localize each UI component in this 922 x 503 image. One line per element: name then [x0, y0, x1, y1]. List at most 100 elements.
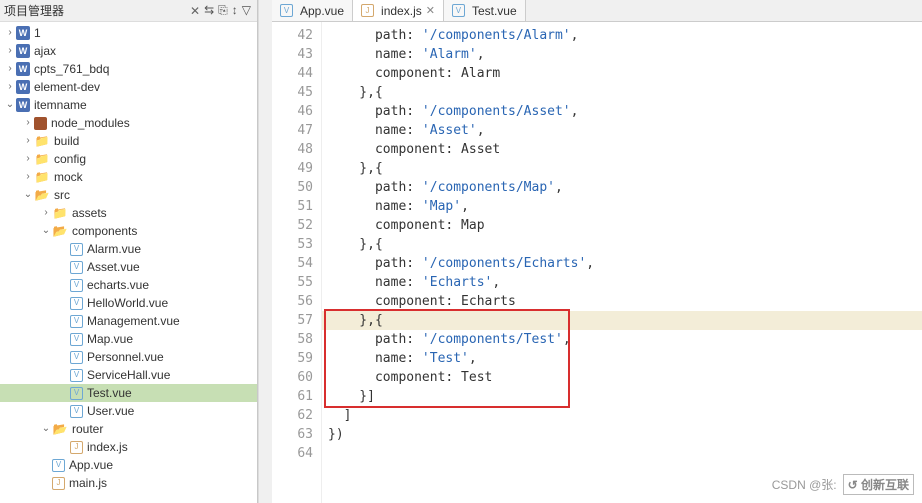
tree-item[interactable]: ›📁config	[0, 150, 257, 168]
code-line[interactable]: },{	[322, 83, 922, 102]
code-line[interactable]: component: Map	[322, 216, 922, 235]
line-number: 49	[272, 159, 313, 178]
vue-file-icon: V	[70, 297, 83, 310]
code-line[interactable]: },{	[322, 311, 922, 330]
tree-item-label: App.vue	[68, 456, 113, 474]
collapse-all-icon[interactable]: ⎘	[218, 3, 228, 18]
code-line[interactable]: component: Echarts	[322, 292, 922, 311]
code-line[interactable]: path: '/components/Map',	[322, 178, 922, 197]
tree-item[interactable]: ›📁mock	[0, 168, 257, 186]
tree-item[interactable]: ›📁build	[0, 132, 257, 150]
expand-twisty-icon[interactable]: ›	[22, 168, 34, 186]
expand-twisty-icon[interactable]: ›	[22, 114, 34, 132]
vue-file-icon: V	[70, 261, 83, 274]
code-line[interactable]: path: '/components/Alarm',	[322, 26, 922, 45]
tree-item[interactable]: VTest.vue	[0, 384, 257, 402]
tree-item[interactable]: VServiceHall.vue	[0, 366, 257, 384]
code-line[interactable]: path: '/components/Test',	[322, 330, 922, 349]
library-icon	[34, 117, 47, 130]
sort-icon[interactable]: ↕	[232, 3, 238, 18]
tree-item-label: config	[53, 150, 86, 168]
code-line[interactable]: name: 'Alarm',	[322, 45, 922, 64]
line-number: 56	[272, 292, 313, 311]
expand-twisty-icon[interactable]: ›	[4, 60, 16, 78]
tree-item[interactable]: ⌄📂src	[0, 186, 257, 204]
code-content[interactable]: path: '/components/Alarm', name: 'Alarm'…	[322, 22, 922, 503]
tree-item[interactable]: VUser.vue	[0, 402, 257, 420]
expand-twisty-icon[interactable]: ⌄	[40, 222, 52, 240]
code-line[interactable]: component: Alarm	[322, 64, 922, 83]
tree-item-label: cpts_761_bdq	[33, 60, 109, 78]
tree-item[interactable]: ›Wajax	[0, 42, 257, 60]
code-line[interactable]: ]	[322, 406, 922, 425]
code-line[interactable]: },{	[322, 159, 922, 178]
tree-item[interactable]: VManagement.vue	[0, 312, 257, 330]
tree-item-label: Test.vue	[86, 384, 132, 402]
tab-close-icon[interactable]: ✕	[426, 4, 435, 17]
tree-item[interactable]: ›Wcpts_761_bdq	[0, 60, 257, 78]
editor-tab[interactable]: Jindex.js✕	[353, 0, 444, 21]
tree-item[interactable]: ⌄📂router	[0, 420, 257, 438]
code-line[interactable]: name: 'Test',	[322, 349, 922, 368]
project-tree[interactable]: ›W1›Wajax›Wcpts_761_bdq›Welement-dev⌄Wit…	[0, 22, 257, 503]
tree-item[interactable]: ⌄📂components	[0, 222, 257, 240]
expand-twisty-icon[interactable]: ›	[40, 204, 52, 222]
sidebar-scrollbar[interactable]	[258, 0, 272, 503]
line-number: 45	[272, 83, 313, 102]
tree-item[interactable]: VHelloWorld.vue	[0, 294, 257, 312]
code-line[interactable]: component: Test	[322, 368, 922, 387]
tree-item[interactable]: VMap.vue	[0, 330, 257, 348]
tree-item[interactable]: ›W1	[0, 24, 257, 42]
editor-tab[interactable]: VApp.vue	[272, 0, 353, 21]
code-line[interactable]: }]	[322, 387, 922, 406]
editor-tab[interactable]: VTest.vue	[444, 0, 526, 21]
expand-twisty-icon[interactable]: ⌄	[40, 420, 52, 438]
line-number: 62	[272, 406, 313, 425]
code-line[interactable]: })	[322, 425, 922, 444]
tree-item-label: echarts.vue	[86, 276, 149, 294]
tree-item-label: components	[71, 222, 137, 240]
tree-item[interactable]: Jmain.js	[0, 474, 257, 492]
line-number: 60	[272, 368, 313, 387]
code-line[interactable]: name: 'Map',	[322, 197, 922, 216]
tree-item[interactable]: Vecharts.vue	[0, 276, 257, 294]
tree-item[interactable]: VAlarm.vue	[0, 240, 257, 258]
code-line[interactable]: },{	[322, 235, 922, 254]
expand-twisty-icon[interactable]: ›	[22, 150, 34, 168]
expand-twisty-icon[interactable]: ›	[4, 24, 16, 42]
code-line[interactable]: name: 'Echarts',	[322, 273, 922, 292]
code-line[interactable]: path: '/components/Echarts',	[322, 254, 922, 273]
line-number: 42	[272, 26, 313, 45]
expand-twisty-icon[interactable]: ›	[4, 78, 16, 96]
vue-file-icon: V	[70, 405, 83, 418]
tree-item[interactable]: ›📁assets	[0, 204, 257, 222]
vue-file-icon: V	[280, 4, 293, 17]
code-editor[interactable]: 4243444546474849505152535455565758596061…	[272, 22, 922, 503]
js-file-icon: J	[361, 4, 374, 17]
tree-item[interactable]: VAsset.vue	[0, 258, 257, 276]
code-line[interactable]: path: '/components/Asset',	[322, 102, 922, 121]
tree-item-label: ServiceHall.vue	[86, 366, 170, 384]
code-line[interactable]	[322, 444, 922, 463]
project-icon: W	[16, 62, 30, 76]
expand-twisty-icon[interactable]: ›	[4, 42, 16, 60]
tree-item-label: Management.vue	[86, 312, 180, 330]
app-root: 项目管理器 ✕ ⇆ ⎘ ↕ ▽ ›W1›Wajax›Wcpts_761_bdq›…	[0, 0, 922, 503]
vue-file-icon: V	[70, 387, 83, 400]
code-line[interactable]: component: Asset	[322, 140, 922, 159]
tree-item-label: mock	[53, 168, 83, 186]
link-editor-icon[interactable]: ⇆	[204, 3, 214, 18]
tree-item[interactable]: Jindex.js	[0, 438, 257, 456]
tree-item[interactable]: VPersonnel.vue	[0, 348, 257, 366]
close-icon[interactable]: ✕	[186, 4, 204, 18]
tree-item[interactable]: ›node_modules	[0, 114, 257, 132]
view-menu-icon[interactable]: ▽	[242, 3, 251, 18]
tree-item[interactable]: ⌄Witemname	[0, 96, 257, 114]
expand-twisty-icon[interactable]: ›	[22, 132, 34, 150]
line-number: 50	[272, 178, 313, 197]
expand-twisty-icon[interactable]: ⌄	[22, 186, 34, 204]
expand-twisty-icon[interactable]: ⌄	[4, 96, 16, 114]
code-line[interactable]: name: 'Asset',	[322, 121, 922, 140]
tree-item[interactable]: ›Welement-dev	[0, 78, 257, 96]
tree-item[interactable]: VApp.vue	[0, 456, 257, 474]
